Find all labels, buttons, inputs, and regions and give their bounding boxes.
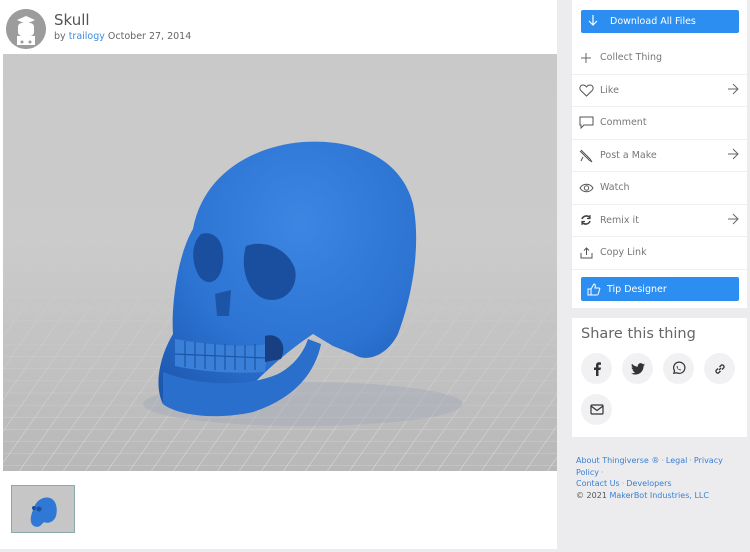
makerbot-link[interactable]: MakerBot Industries, LLC [609,491,709,500]
comment-icon [572,116,600,130]
share-email-button[interactable] [581,394,612,425]
skull-model-image [3,141,557,471]
developers-link[interactable]: Developers [626,479,671,488]
post-a-make-button[interactable]: Post a Make [572,140,747,172]
download-all-files-button[interactable]: Download All Files [581,10,739,33]
about-thingiverse-link[interactable]: About Thingiverse ® [576,456,659,465]
author-link[interactable]: trailogy [69,31,105,42]
like-label: Like [600,84,619,96]
comment-button[interactable]: Comment [572,107,747,140]
avatar-icon [6,9,46,49]
thing-card: Skull by trailogy October 27, 2014 [0,0,557,549]
heart-icon [572,84,600,97]
thing-title: Skull [54,11,90,29]
thing-header: Skull by trailogy October 27, 2014 [0,0,557,54]
tip-designer-button[interactable]: Tip Designer [581,277,739,301]
twitter-icon [630,362,645,375]
arrow-right-icon [727,213,739,229]
remix-it-button[interactable]: Remix it [572,205,747,237]
facebook-icon [593,361,601,376]
remix-it-label: Remix it [600,214,639,226]
thing-byline: by trailogy October 27, 2014 [54,31,191,42]
footer-links-row-1: About Thingiverse ® · Legal · Privacy Policy… [576,455,746,478]
copyright: © 2021 MakerBot Industries, LLC [576,490,746,502]
author-avatar[interactable] [6,9,46,49]
share-upload-icon [572,247,600,259]
remix-icon [572,214,600,226]
tip-designer-label: Tip Designer [607,283,667,295]
watch-label: Watch [600,182,630,194]
skull-thumbnail-image [12,486,74,532]
post-a-make-label: Post a Make [600,149,657,161]
watch-button[interactable]: Watch [572,172,747,205]
eye-icon [572,183,600,193]
collect-thing-label: Collect Thing [600,52,663,64]
model-image-viewer[interactable] [3,54,557,471]
actions-card: Download All Files Collect Thing Like Co… [572,0,747,308]
share-twitter-button[interactable] [622,353,653,384]
email-icon [589,404,604,415]
site-footer: About Thingiverse ® · Legal · Privacy Policy… [576,455,746,501]
thumbs-up-icon [581,282,607,296]
copy-link-button[interactable]: Copy Link [572,237,747,270]
legal-link[interactable]: Legal [666,456,687,465]
action-list: Collect Thing Like Comment Post a Make W… [572,42,747,270]
whatsapp-icon [672,361,686,374]
separator: · [661,456,664,465]
thumbnail-1[interactable] [11,485,75,533]
contact-us-link[interactable]: Contact Us [576,479,620,488]
copyright-year: 2021 [586,490,607,500]
share-title: Share this thing [581,326,696,342]
copyright-icon: © [576,490,584,500]
publish-date: October 27, 2014 [107,31,192,42]
arrow-right-icon [727,148,739,164]
share-facebook-button[interactable] [581,353,612,384]
share-link-button[interactable] [704,353,735,384]
arrow-right-icon [727,83,739,99]
copy-link-label: Copy Link [600,247,647,259]
pen-icon [572,148,600,163]
share-whatsapp-button[interactable] [663,353,694,384]
collect-thing-button[interactable]: Collect Thing [572,42,747,75]
download-arrow-icon [581,14,605,29]
download-label: Download All Files [610,16,696,27]
separator: · [621,479,625,488]
separator: · [601,467,604,477]
comment-label: Comment [600,117,647,129]
footer-links-row-2: Contact Us · Developers [576,478,746,490]
by-label: by [54,31,66,42]
plus-icon [572,52,600,64]
link-icon [714,363,725,374]
like-button[interactable]: Like [572,75,747,107]
separator: · [689,456,692,465]
share-card: Share this thing [572,318,747,437]
